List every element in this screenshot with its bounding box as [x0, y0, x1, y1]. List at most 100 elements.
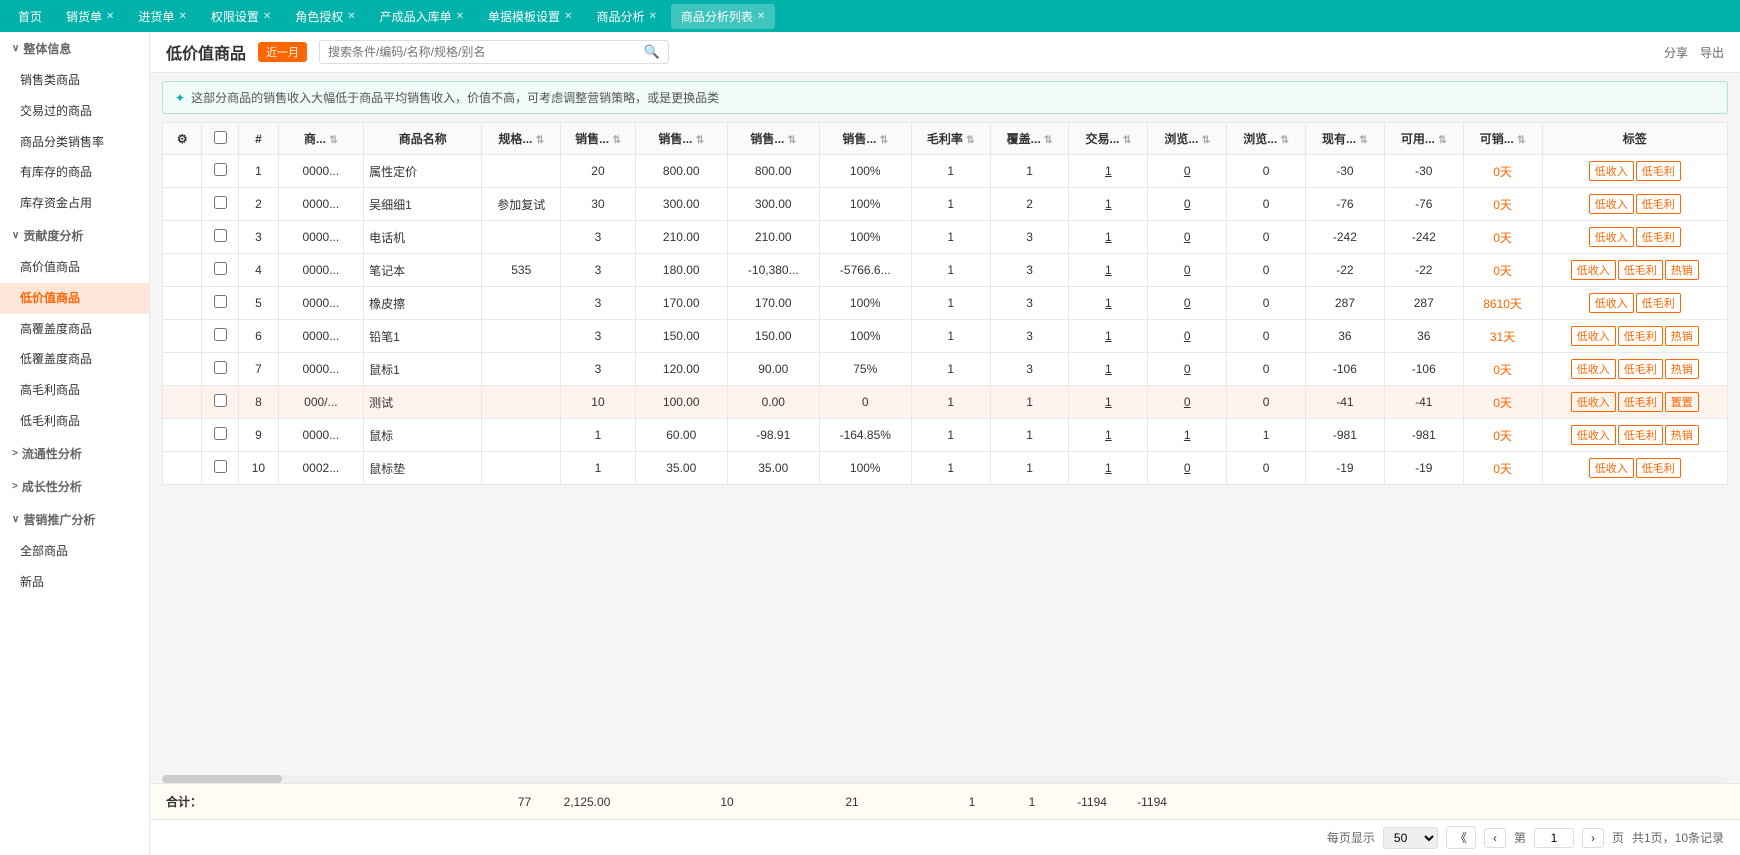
- cell-browse1[interactable]: 0: [1148, 155, 1227, 188]
- sidebar-group-成长性分析[interactable]: >成长性分析: [0, 470, 149, 503]
- table-row[interactable]: 100002...鼠标垫135.0035.00100%11100-19-190天…: [163, 452, 1728, 485]
- cell-trade[interactable]: 1: [1069, 287, 1148, 320]
- sidebar-item-全部商品[interactable]: 全部商品: [0, 536, 149, 567]
- cell-trade[interactable]: 1: [1069, 254, 1148, 287]
- nav-item-商品分析[interactable]: 商品分析✕: [586, 4, 666, 29]
- col-header-margin[interactable]: 毛利率 ⇅: [911, 123, 990, 155]
- cell-check[interactable]: [202, 188, 239, 221]
- link-value[interactable]: 1: [1105, 461, 1112, 475]
- nav-item-商品分析列表[interactable]: 商品分析列表✕: [671, 4, 775, 29]
- col-header-tags[interactable]: 标签: [1542, 123, 1727, 155]
- col-header-stock1[interactable]: 现有... ⇅: [1305, 123, 1384, 155]
- row-checkbox[interactable]: [214, 361, 227, 374]
- next-page-button[interactable]: ›: [1582, 828, 1604, 848]
- row-checkbox[interactable]: [214, 196, 227, 209]
- export-button[interactable]: 导出: [1700, 44, 1724, 61]
- link-value[interactable]: 0: [1184, 362, 1191, 376]
- col-header-num[interactable]: #: [239, 123, 278, 155]
- cell-browse1[interactable]: 0: [1148, 287, 1227, 320]
- prev-page-button[interactable]: ‹: [1484, 828, 1506, 848]
- cell-browse1[interactable]: 0: [1148, 188, 1227, 221]
- select-all-checkbox[interactable]: [214, 131, 227, 144]
- row-checkbox[interactable]: [214, 394, 227, 407]
- link-value[interactable]: 0: [1184, 461, 1191, 475]
- sort-icon[interactable]: ⇅: [880, 135, 888, 146]
- col-header-code[interactable]: 商... ⇅: [278, 123, 363, 155]
- row-checkbox[interactable]: [214, 328, 227, 341]
- nav-close-icon[interactable]: ✕: [757, 11, 765, 22]
- table-row[interactable]: 70000...鼠标13120.0090.0075%13100-106-1060…: [163, 353, 1728, 386]
- sidebar-item-高毛利商品[interactable]: 高毛利商品: [0, 375, 149, 406]
- cell-trade[interactable]: 1: [1069, 320, 1148, 353]
- link-value[interactable]: 1: [1105, 263, 1112, 277]
- sort-icon[interactable]: ⇅: [536, 135, 544, 146]
- col-header-sale4[interactable]: 可销... ⇅: [1463, 123, 1542, 155]
- table-row[interactable]: 60000...铅笔13150.00150.00100%13100363631天…: [163, 320, 1728, 353]
- cell-trade[interactable]: 1: [1069, 419, 1148, 452]
- table-row[interactable]: 10000...属性定价20800.00800.00100%11100-30-3…: [163, 155, 1728, 188]
- col-header-check[interactable]: [202, 123, 239, 155]
- table-row[interactable]: 40000...笔记本5353180.00-10,380...-5766.6..…: [163, 254, 1728, 287]
- table-row[interactable]: 50000...橡皮擦3170.00170.00100%131002872878…: [163, 287, 1728, 320]
- link-value[interactable]: 0: [1184, 329, 1191, 343]
- nav-item-单据模板设置[interactable]: 单据模板设置✕: [478, 4, 582, 29]
- table-row[interactable]: 30000...电话机3210.00210.00100%13100-242-24…: [163, 221, 1728, 254]
- first-page-button[interactable]: 《: [1446, 826, 1476, 849]
- sidebar-item-交易过的商品[interactable]: 交易过的商品: [0, 96, 149, 127]
- col-header-sale3[interactable]: 销售... ⇅: [819, 123, 911, 155]
- sort-icon[interactable]: ⇅: [1438, 135, 1446, 146]
- nav-close-icon[interactable]: ✕: [347, 11, 355, 22]
- cell-browse1[interactable]: 0: [1148, 386, 1227, 419]
- table-row[interactable]: 90000...鼠标160.00-98.91-164.85%11111-981-…: [163, 419, 1728, 452]
- cell-browse1[interactable]: 0: [1148, 452, 1227, 485]
- cell-trade[interactable]: 1: [1069, 452, 1148, 485]
- link-value[interactable]: 1: [1105, 230, 1112, 244]
- cell-trade[interactable]: 1: [1069, 386, 1148, 419]
- link-value[interactable]: 1: [1105, 362, 1112, 376]
- sidebar-item-商品分类销售率[interactable]: 商品分类销售率: [0, 127, 149, 158]
- row-checkbox[interactable]: [214, 262, 227, 275]
- row-checkbox[interactable]: [214, 295, 227, 308]
- per-page-select[interactable]: 50 20 100: [1383, 827, 1438, 849]
- nav-close-icon[interactable]: ✕: [263, 11, 271, 22]
- nav-item-产成品入库单[interactable]: 产成品入库单✕: [370, 4, 474, 29]
- link-value[interactable]: 1: [1105, 428, 1112, 442]
- nav-item-权限设置[interactable]: 权限设置✕: [201, 4, 281, 29]
- col-header-trade[interactable]: 交易... ⇅: [1069, 123, 1148, 155]
- col-header-browse2[interactable]: 浏览... ⇅: [1227, 123, 1306, 155]
- row-checkbox[interactable]: [214, 460, 227, 473]
- sort-icon[interactable]: ⇅: [966, 135, 974, 146]
- link-value[interactable]: 0: [1184, 296, 1191, 310]
- sidebar-item-低覆盖度商品[interactable]: 低覆盖度商品: [0, 344, 149, 375]
- cell-browse1[interactable]: 1: [1148, 419, 1227, 452]
- link-value[interactable]: 0: [1184, 164, 1191, 178]
- nav-close-icon[interactable]: ✕: [178, 11, 186, 22]
- nav-close-icon[interactable]: ✕: [456, 11, 464, 22]
- sort-icon[interactable]: ⇅: [329, 135, 337, 146]
- row-checkbox[interactable]: [214, 427, 227, 440]
- sidebar-item-新品[interactable]: 新品: [0, 567, 149, 598]
- share-button[interactable]: 分享: [1664, 44, 1688, 61]
- col-header-cover[interactable]: 覆盖... ⇅: [990, 123, 1069, 155]
- page-input[interactable]: [1534, 828, 1574, 848]
- cell-browse1[interactable]: 0: [1148, 353, 1227, 386]
- nav-close-icon[interactable]: ✕: [106, 11, 114, 22]
- sort-icon[interactable]: ⇅: [1044, 135, 1052, 146]
- sort-icon[interactable]: ⇅: [1202, 135, 1210, 146]
- cell-check[interactable]: [202, 320, 239, 353]
- sidebar-item-销售类商品[interactable]: 销售类商品: [0, 65, 149, 96]
- cell-trade[interactable]: 1: [1069, 221, 1148, 254]
- link-value[interactable]: 0: [1184, 263, 1191, 277]
- cell-browse1[interactable]: 0: [1148, 320, 1227, 353]
- nav-item-首页[interactable]: 首页: [8, 4, 52, 29]
- cell-check[interactable]: [202, 155, 239, 188]
- table-row[interactable]: 8000/...测试10100.000.00011100-41-410天低收入低…: [163, 386, 1728, 419]
- cell-trade[interactable]: 1: [1069, 155, 1148, 188]
- col-header-name[interactable]: 商品名称: [364, 123, 482, 155]
- cell-browse1[interactable]: 0: [1148, 254, 1227, 287]
- nav-close-icon[interactable]: ✕: [564, 11, 572, 22]
- scrollbar-area[interactable]: [162, 775, 1728, 783]
- search-icon[interactable]: 🔍: [644, 44, 660, 60]
- col-header-settings[interactable]: ⚙: [163, 123, 202, 155]
- cell-check[interactable]: [202, 419, 239, 452]
